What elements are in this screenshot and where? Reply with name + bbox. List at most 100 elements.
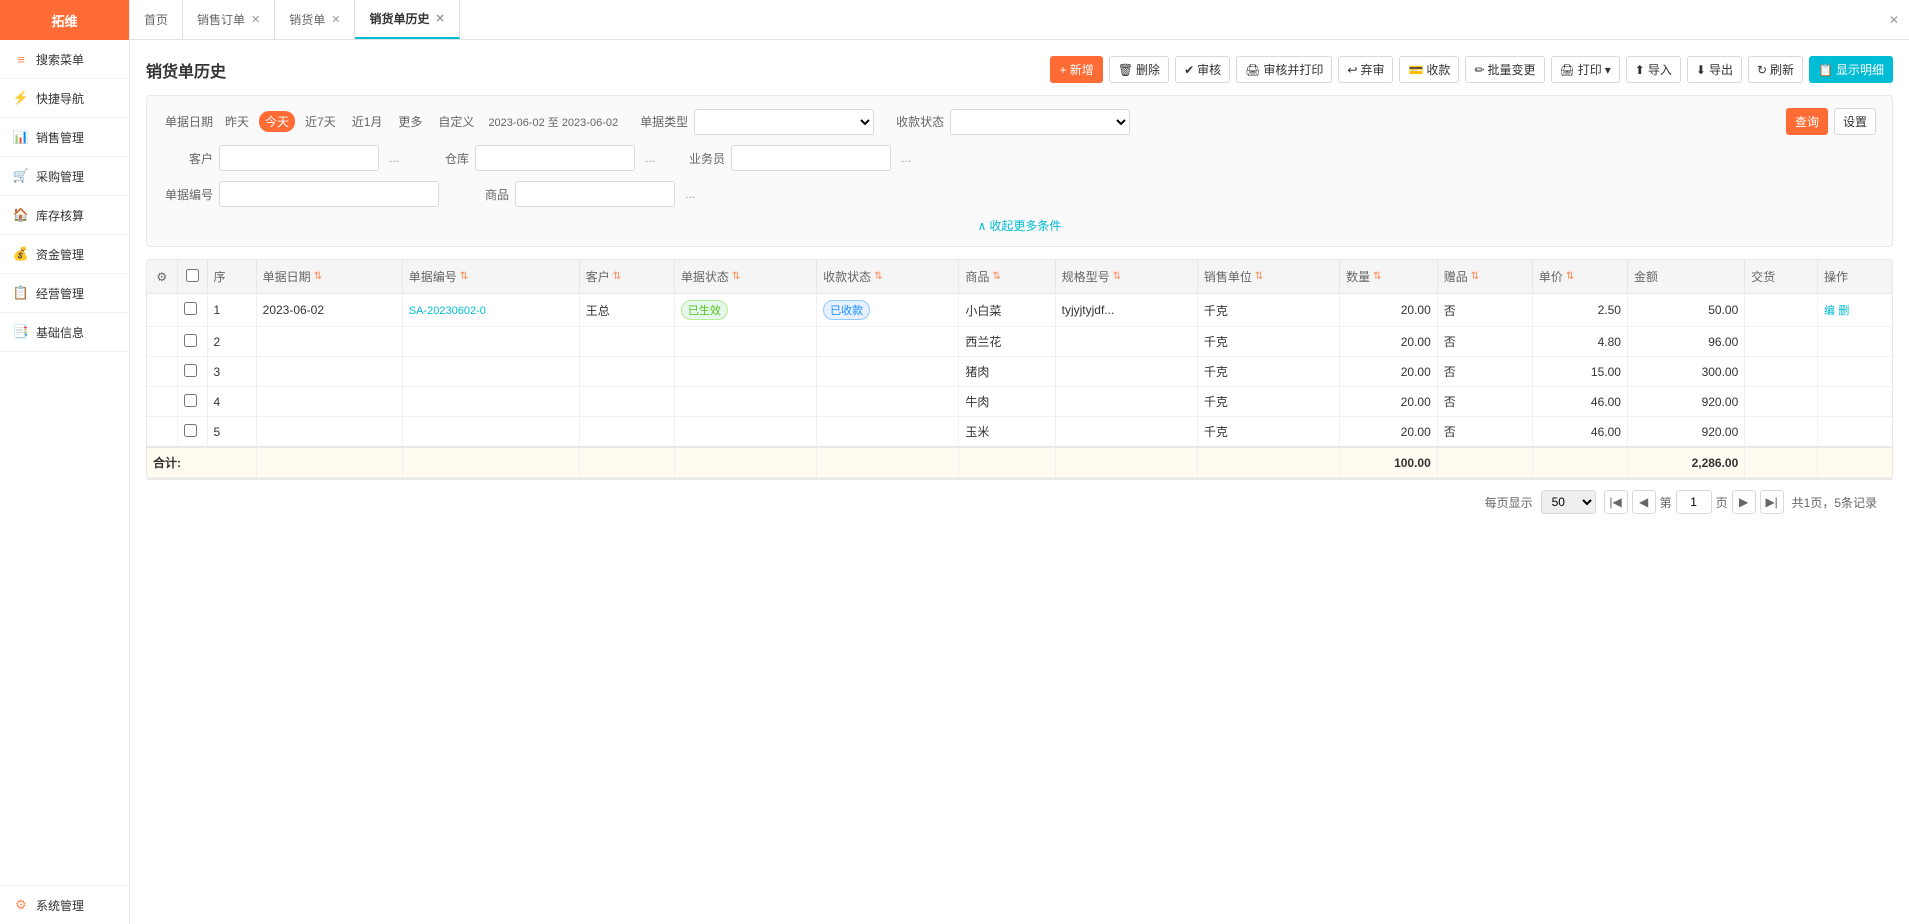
th-doc-date[interactable]: 单据日期 ⇅ (256, 260, 402, 294)
sidebar-item-system-mgmt[interactable]: ⚙ 系统管理 (0, 886, 129, 924)
tab-sales-goods-close[interactable]: ✕ (331, 13, 340, 26)
sidebar-item-inventory[interactable]: 🏠 库存核算 (0, 196, 129, 235)
collapse-button[interactable]: ∧ 收起更多条件 (978, 217, 1062, 234)
gear-icon: ⚙ (156, 270, 167, 284)
next-page-button[interactable]: ▶ (1732, 490, 1756, 514)
th-goods[interactable]: 商品 ⇅ (959, 260, 1055, 294)
date-chip-7days[interactable]: 近7天 (299, 111, 342, 132)
tab-sales-goods[interactable]: 销货单 ✕ (275, 0, 355, 39)
row-checkbox[interactable] (184, 424, 197, 437)
print-dropdown-icon: ▾ (1605, 63, 1611, 77)
cell-check[interactable] (177, 327, 207, 357)
sidebar-item-purchase-mgmt[interactable]: 🛒 采购管理 (0, 157, 129, 196)
cell-qty: 20.00 (1340, 327, 1438, 357)
sidebar-item-quick-nav[interactable]: ⚡ 快捷导航 (0, 79, 129, 118)
salesperson-more-icon[interactable]: ... (901, 151, 911, 165)
row-checkbox[interactable] (184, 302, 197, 315)
show-detail-button[interactable]: 📋 显示明细 (1809, 56, 1893, 83)
th-sales-unit[interactable]: 销售单位 ⇅ (1197, 260, 1339, 294)
collect-status-select[interactable] (950, 109, 1130, 135)
sidebar-item-funds-mgmt[interactable]: 💰 资金管理 (0, 235, 129, 274)
th-settings[interactable]: ⚙ (147, 260, 177, 294)
cell-check[interactable] (177, 357, 207, 387)
review-button[interactable]: ✔ 审核 (1175, 56, 1230, 83)
summary-amount: 2,286.00 (1627, 447, 1744, 478)
date-chip-today[interactable]: 今天 (259, 111, 295, 132)
cell-check[interactable] (177, 387, 207, 417)
tab-sales-history-close[interactable]: ✕ (436, 12, 445, 25)
filter-row-3: 单据编号 商品 ... (163, 181, 1876, 207)
first-page-button[interactable]: |◀ (1604, 490, 1628, 514)
tab-sales-order-close[interactable]: ✕ (251, 13, 260, 26)
prev-page-button[interactable]: ◀ (1632, 490, 1656, 514)
salesperson-input[interactable] (731, 145, 891, 171)
cell-settings (147, 387, 177, 417)
per-page-select[interactable]: 50 100 (1541, 490, 1596, 514)
th-unit-price[interactable]: 单价 ⇅ (1532, 260, 1627, 294)
cell-customer (579, 417, 674, 448)
delete-link[interactable]: 删 (1838, 305, 1849, 317)
sidebar-item-basic-info[interactable]: 📑 基础信息 (0, 313, 129, 352)
cell-transaction (1745, 294, 1818, 327)
cell-gift: 否 (1437, 417, 1532, 448)
new-button[interactable]: + 新增 (1050, 56, 1102, 83)
date-chip-more[interactable]: 更多 (392, 111, 428, 132)
goods-more-icon[interactable]: ... (685, 187, 695, 201)
row-checkbox[interactable] (184, 364, 197, 377)
th-qty[interactable]: 数量 ⇅ (1340, 260, 1438, 294)
tab-sales-history[interactable]: 销货单历史 ✕ (355, 0, 459, 39)
sidebar-item-operations-mgmt[interactable]: 📋 经营管理 (0, 274, 129, 313)
last-page-button[interactable]: ▶| (1760, 490, 1784, 514)
warehouse-input[interactable] (475, 145, 635, 171)
date-chip-custom[interactable]: 自定义 (432, 111, 480, 132)
cell-doc-date (256, 327, 402, 357)
close-all-tabs[interactable]: ✕ (1879, 13, 1909, 27)
tab-home[interactable]: 首页 (130, 0, 183, 39)
abandon-button[interactable]: ↩ 弃审 (1338, 56, 1393, 83)
batch-change-button[interactable]: ✏ 批量变更 (1465, 56, 1544, 83)
cell-sales-unit: 千克 (1197, 417, 1339, 448)
warehouse-more-icon[interactable]: ... (645, 151, 655, 165)
doc-no-link[interactable]: SA-20230602-0 (409, 305, 486, 317)
th-doc-no[interactable]: 单据编号 ⇅ (402, 260, 579, 294)
th-checkbox[interactable] (177, 260, 207, 294)
cell-check[interactable] (177, 417, 207, 448)
date-chip-yesterday[interactable]: 昨天 (219, 111, 255, 132)
customer-input[interactable] (219, 145, 379, 171)
th-collect-status[interactable]: 收款状态 ⇅ (817, 260, 959, 294)
doc-type-select[interactable] (694, 109, 874, 135)
select-all-checkbox[interactable] (186, 269, 199, 282)
tab-sales-order[interactable]: 销售订单 ✕ (183, 0, 275, 39)
delete-button[interactable]: 🗑 删除 (1109, 56, 1169, 83)
edit-link[interactable]: 编 (1824, 305, 1835, 317)
print-button[interactable]: 🖨 打印 ▾ (1551, 56, 1620, 83)
import-button[interactable]: ⬆ 导入 (1626, 56, 1681, 83)
sort-qty-icon: ⇅ (1373, 271, 1381, 282)
cell-check[interactable] (177, 294, 207, 327)
date-chip-1month[interactable]: 近1月 (346, 111, 389, 132)
row-checkbox[interactable] (184, 394, 197, 407)
settings-button[interactable]: 设置 (1834, 108, 1876, 135)
collect-button[interactable]: 💳 收款 (1399, 56, 1459, 83)
refresh-icon: ↻ (1757, 63, 1767, 77)
th-spec-type[interactable]: 规格型号 ⇅ (1055, 260, 1197, 294)
sidebar-item-search-menu[interactable]: ≡ 搜索菜单 (0, 40, 129, 79)
goods-input[interactable] (515, 181, 675, 207)
th-customer[interactable]: 客户 ⇅ (579, 260, 674, 294)
doc-no-input[interactable] (219, 181, 439, 207)
th-gift[interactable]: 赠品 ⇅ (1437, 260, 1532, 294)
collapse-label: 收起更多条件 (989, 217, 1061, 234)
export-button[interactable]: ⬇ 导出 (1687, 56, 1742, 83)
cell-action (1818, 327, 1893, 357)
customer-more-icon[interactable]: ... (389, 151, 399, 165)
review-print-button[interactable]: 🖨 审核并打印 (1236, 56, 1332, 83)
refresh-button[interactable]: ↻ 刷新 (1748, 56, 1803, 83)
cell-doc-status (674, 327, 816, 357)
query-button[interactable]: 查询 (1786, 108, 1828, 135)
page-input[interactable] (1676, 490, 1712, 514)
row-checkbox[interactable] (184, 334, 197, 347)
th-doc-status[interactable]: 单据状态 ⇅ (674, 260, 816, 294)
sidebar-item-sales-mgmt[interactable]: 📊 销售管理 (0, 118, 129, 157)
filter-area: 单据日期 昨天 今天 近7天 近1月 更多 自定义 2023-06-02 至 2… (146, 95, 1893, 247)
cell-doc-no: SA-20230602-0 (402, 294, 579, 327)
